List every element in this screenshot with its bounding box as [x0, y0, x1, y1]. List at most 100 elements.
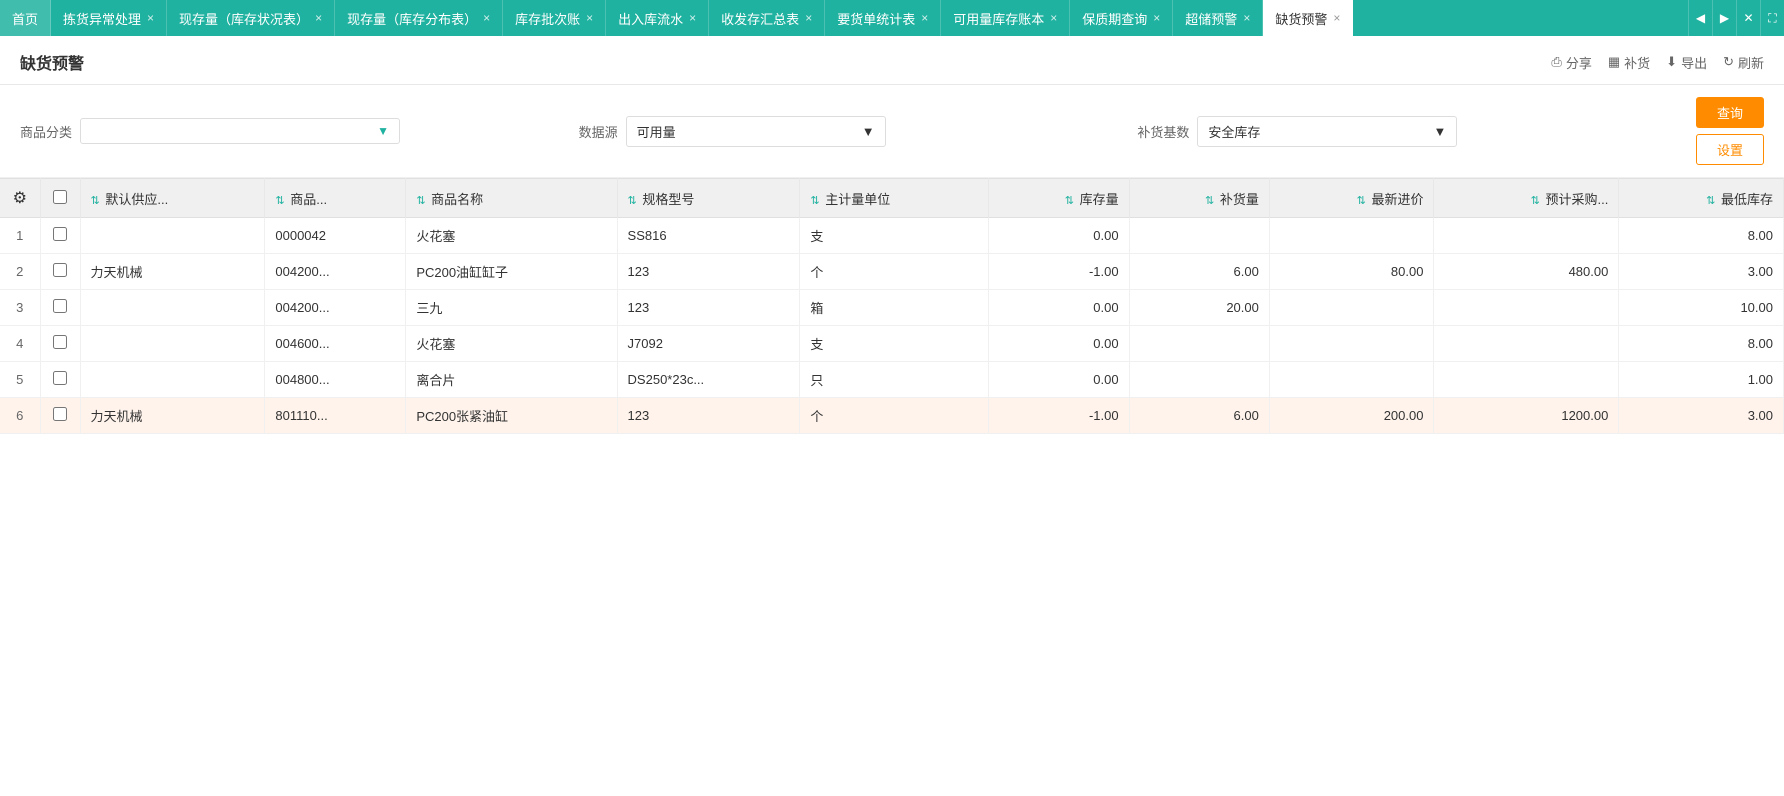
col-min-stock[interactable]: ⇅ 最低库存: [1619, 179, 1784, 218]
row-default-supplier: [80, 218, 265, 254]
settings-button[interactable]: 设置: [1696, 134, 1764, 165]
share-button[interactable]: ⎙ 分享: [1551, 53, 1591, 72]
settings-gear-icon[interactable]: ⚙: [13, 190, 27, 207]
tab-close-overstock[interactable]: ×: [1243, 11, 1250, 25]
row-spec: 123: [617, 398, 800, 434]
col-latest-price[interactable]: ⇅ 最新进价: [1269, 179, 1434, 218]
col-unit[interactable]: ⇅ 主计量单位: [800, 179, 989, 218]
filter-datasource-arrow-icon: ▼: [862, 124, 875, 139]
col-stock[interactable]: ⇅ 库存量: [989, 179, 1129, 218]
row-num-cell: 6: [0, 398, 40, 434]
table-row: 6 力天机械 801110... PC200张紧油缸 123 个 -1.00 6…: [0, 398, 1784, 434]
row-product-name: PC200油缸缸子: [406, 254, 617, 290]
tab-close-inventory-status[interactable]: ×: [315, 11, 322, 25]
filter-datasource-segment: 数据源 可用量 ▼: [579, 116, 1138, 147]
row-replenish-qty: 20.00: [1129, 290, 1269, 326]
col-estimated-purchase[interactable]: ⇅ 预计采购...: [1434, 179, 1619, 218]
filter-category-arrow-icon: ▼: [377, 124, 389, 138]
filter-action-buttons: 查询 设置: [1696, 97, 1764, 165]
filter-datasource-select[interactable]: 可用量 ▼: [626, 116, 886, 147]
col-settings[interactable]: ⚙: [0, 179, 40, 218]
row-spec: SS816: [617, 218, 800, 254]
tab-batch-account[interactable]: 库存批次账 ×: [503, 0, 606, 36]
sort-icon: ⇅: [1357, 195, 1366, 207]
tab-receive-summary[interactable]: 收发存汇总表 ×: [709, 0, 825, 36]
row-checkbox-cell[interactable]: [40, 254, 80, 290]
col-default-supplier[interactable]: ⇅ 默认供应...: [80, 179, 265, 218]
tab-bar: 首页 拣货异常处理 × 现存量（库存状况表） × 现存量（库存分布表） × 库存…: [0, 0, 1784, 36]
row-checkbox-cell[interactable]: [40, 290, 80, 326]
row-num-cell: 1: [0, 218, 40, 254]
row-latest-price: 80.00: [1269, 254, 1434, 290]
tab-next-button[interactable]: ▶: [1712, 0, 1736, 36]
tab-close-exception[interactable]: ×: [147, 11, 154, 25]
refresh-button[interactable]: ↻ 刷新: [1723, 53, 1764, 72]
row-checkbox[interactable]: [53, 407, 67, 421]
tab-home[interactable]: 首页: [0, 0, 51, 36]
row-checkbox-cell[interactable]: [40, 362, 80, 398]
row-default-supplier: [80, 362, 265, 398]
tab-close-receive-summary[interactable]: ×: [805, 11, 812, 25]
tab-inventory-status[interactable]: 现存量（库存状况表） ×: [167, 0, 335, 36]
tab-overstock[interactable]: 超储预警 ×: [1173, 0, 1263, 36]
row-checkbox[interactable]: [53, 335, 67, 349]
select-all-checkbox[interactable]: [53, 190, 67, 204]
table-row: 3 004200... 三九 123 箱 0.00 20.00 10.00: [0, 290, 1784, 326]
replenish-button[interactable]: ▦ 补货: [1608, 53, 1650, 72]
table-row: 2 力天机械 004200... PC200油缸缸子 123 个 -1.00 6…: [0, 254, 1784, 290]
filter-datasource-label: 数据源: [579, 122, 618, 141]
row-checkbox-cell[interactable]: [40, 326, 80, 362]
row-min-stock: 10.00: [1619, 290, 1784, 326]
row-checkbox-cell[interactable]: [40, 218, 80, 254]
col-product-name[interactable]: ⇅ 商品名称: [406, 179, 617, 218]
tab-close-expiry-query[interactable]: ×: [1153, 11, 1160, 25]
tab-close-batch-account[interactable]: ×: [586, 11, 593, 25]
row-checkbox[interactable]: [53, 371, 67, 385]
filter-category-segment: 商品分类 ▼: [20, 118, 579, 144]
row-product-name: 火花塞: [406, 326, 617, 362]
tab-fullscreen-button[interactable]: ⛶: [1760, 0, 1784, 36]
row-unit: 支: [800, 218, 989, 254]
sort-icon: ⇅: [416, 195, 425, 207]
tab-shortage[interactable]: 缺货预警 ×: [1263, 0, 1353, 36]
row-checkbox[interactable]: [53, 263, 67, 277]
tab-order-stats[interactable]: 要货单统计表 ×: [825, 0, 941, 36]
row-checkbox[interactable]: [53, 227, 67, 241]
row-product-code: 0000042: [265, 218, 406, 254]
filter-replenish-base-select[interactable]: 安全库存 ▼: [1197, 116, 1457, 147]
tab-exception[interactable]: 拣货异常处理 ×: [51, 0, 167, 36]
col-spec[interactable]: ⇅ 规格型号: [617, 179, 800, 218]
tab-close-order-stats[interactable]: ×: [921, 11, 928, 25]
row-spec: J7092: [617, 326, 800, 362]
tab-close-shortage[interactable]: ×: [1333, 11, 1340, 25]
col-product-code[interactable]: ⇅ 商品...: [265, 179, 406, 218]
row-checkbox[interactable]: [53, 299, 67, 313]
tab-inventory-dist[interactable]: 现存量（库存分布表） ×: [335, 0, 503, 36]
tab-close-available-ledger[interactable]: ×: [1050, 11, 1057, 25]
tab-close-others-button[interactable]: ✕: [1736, 0, 1760, 36]
sort-icon: ⇅: [275, 195, 284, 207]
row-product-code: 004800...: [265, 362, 406, 398]
filter-replenish-base-arrow-icon: ▼: [1433, 124, 1446, 139]
tab-prev-button[interactable]: ◀: [1688, 0, 1712, 36]
export-button[interactable]: ⬇ 导出: [1666, 53, 1707, 72]
row-latest-price: [1269, 326, 1434, 362]
row-estimated-purchase: [1434, 362, 1619, 398]
sort-icon: ⇅: [810, 195, 819, 207]
tab-close-in-out-flow[interactable]: ×: [689, 11, 696, 25]
row-checkbox-cell[interactable]: [40, 398, 80, 434]
tab-close-inventory-dist[interactable]: ×: [483, 11, 490, 25]
row-stock: -1.00: [989, 254, 1129, 290]
table-container: ⚙ ⇅ 默认供应... ⇅ 商品... ⇅ 商品名称: [0, 178, 1784, 434]
filter-category-select[interactable]: ▼: [80, 118, 400, 144]
tab-expiry-query[interactable]: 保质期查询 ×: [1070, 0, 1173, 36]
filter-datasource-value: 可用量: [637, 122, 676, 141]
query-button[interactable]: 查询: [1696, 97, 1764, 128]
col-replenish-qty[interactable]: ⇅ 补货量: [1129, 179, 1269, 218]
tab-in-out-flow[interactable]: 出入库流水 ×: [606, 0, 709, 36]
col-checkbox[interactable]: [40, 179, 80, 218]
sort-icon: ⇅: [628, 195, 637, 207]
row-stock: 0.00: [989, 326, 1129, 362]
tab-available-ledger[interactable]: 可用量库存账本 ×: [941, 0, 1070, 36]
row-replenish-qty: [1129, 326, 1269, 362]
